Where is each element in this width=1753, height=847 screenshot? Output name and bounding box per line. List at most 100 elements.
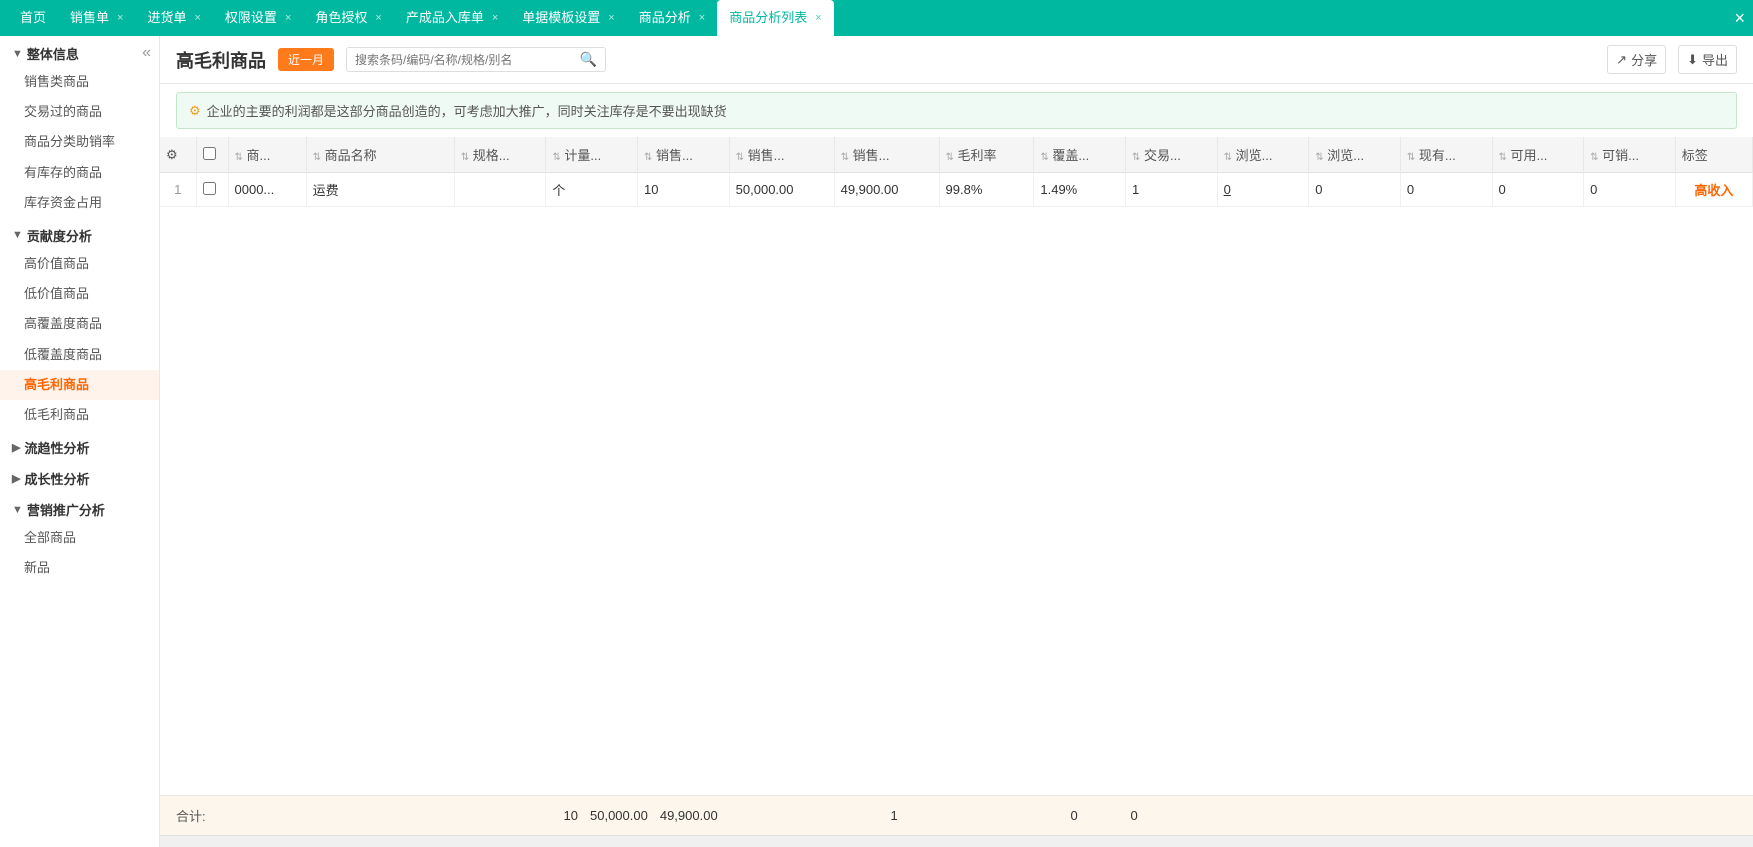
cell-available2: 0 (1492, 173, 1584, 207)
col-checkbox[interactable] (196, 137, 228, 173)
sidebar-collapse-btn[interactable]: « (142, 44, 151, 62)
row-checkbox[interactable] (196, 173, 228, 207)
nav-role[interactable]: 角色授权 × (303, 0, 393, 36)
nav-product-warehousing-close[interactable]: × (492, 0, 498, 36)
table-row: 1 0000... 运费 (160, 173, 1753, 207)
page-title: 高毛利商品 (176, 47, 266, 73)
arrow-trend: ▶ (12, 441, 20, 454)
sidebar-group-marketing[interactable]: ▼ 营销推广分析 (0, 492, 159, 523)
nav-close-all[interactable]: × (1734, 8, 1745, 29)
nav-sales-close[interactable]: × (117, 0, 123, 36)
nav-home[interactable]: 首页 (8, 0, 58, 36)
sort-icon-trade: ⇅ (1132, 152, 1140, 163)
arrow-contribution: ▼ (12, 229, 23, 241)
nav-permission-close[interactable]: × (285, 0, 291, 36)
sidebar-item-low-value[interactable]: 低价值商品 (0, 279, 159, 309)
footer-sales-qty: 10 (524, 808, 584, 823)
cell-browse1[interactable]: 0 (1217, 173, 1309, 207)
sort-icon-name: ⇅ (313, 152, 321, 163)
tip-bar: ⚙ 企业的主要的利润都是这部分商品创造的，可考虑加大推广，同时关注库存是不要出现… (176, 92, 1737, 129)
nav-product-warehousing[interactable]: 产成品入库单 × (394, 0, 510, 36)
nav-template-close[interactable]: × (608, 0, 614, 36)
col-sales-amount[interactable]: ⇅ 销售... (729, 137, 834, 173)
col-unit[interactable]: ⇅ 计量... (546, 137, 638, 173)
filter-btn-recent-month[interactable]: 近一月 (278, 48, 334, 71)
footer-sales-profit: 49,900.00 (654, 808, 724, 823)
nav-purchase-close[interactable]: × (194, 0, 200, 36)
nav-product-analysis[interactable]: 商品分析 × (627, 0, 717, 36)
sort-icon-sellable: ⇅ (1590, 152, 1598, 163)
sort-icon-browse2: ⇅ (1315, 152, 1323, 163)
sidebar: « ▼ 整体信息 销售类商品 交易过的商品 商品分类助销率 有库存的商品 库存资… (0, 36, 160, 847)
col-spec[interactable]: ⇅ 规格... (454, 137, 546, 173)
sidebar-group-growth[interactable]: ▶ 成长性分析 (0, 461, 159, 492)
col-sellable[interactable]: ⇅ 可销... (1584, 137, 1676, 173)
col-gross-margin[interactable]: ⇅ 毛利率 (939, 137, 1034, 173)
search-input[interactable] (355, 53, 574, 67)
col-name[interactable]: ⇅ 商品名称 (306, 137, 454, 173)
horizontal-scrollbar[interactable] (160, 835, 1753, 847)
content-area: 高毛利商品 近一月 🔍 ↗ 分享 ⬇ 导出 ⚙ 企业的主要的利润都是这部分商品创… (160, 36, 1753, 847)
cell-sales-profit: 49,900.00 (834, 173, 939, 207)
nav-permission[interactable]: 权限设置 × (213, 0, 303, 36)
cell-coverage: 1.49% (1034, 173, 1126, 207)
sidebar-item-stock-capital[interactable]: 库存资金占用 (0, 188, 159, 218)
col-browse2[interactable]: ⇅ 浏览... (1309, 137, 1401, 173)
sidebar-item-low-coverage[interactable]: 低覆盖度商品 (0, 340, 159, 370)
sidebar-group-trend[interactable]: ▶ 流趋性分析 (0, 430, 159, 461)
sidebar-item-category-rate[interactable]: 商品分类助销率 (0, 127, 159, 157)
nav-product-analysis-list[interactable]: 商品分析列表 × (717, 0, 833, 36)
nav-sales[interactable]: 销售单 × (58, 0, 135, 36)
sidebar-group-overview[interactable]: ▼ 整体信息 (0, 36, 159, 67)
sidebar-group-contribution[interactable]: ▼ 贡献度分析 (0, 218, 159, 249)
cell-available1: 0 (1400, 173, 1492, 207)
cell-sales-amount: 50,000.00 (729, 173, 834, 207)
sort-icon-available2: ⇅ (1499, 152, 1507, 163)
col-available2[interactable]: ⇅ 可用... (1492, 137, 1584, 173)
sort-icon-spec: ⇅ (461, 152, 469, 163)
col-sales-profit[interactable]: ⇅ 销售... (834, 137, 939, 173)
nav-role-close[interactable]: × (375, 0, 381, 36)
cell-trade: 1 (1126, 173, 1218, 207)
nav-purchase[interactable]: 进货单 × (135, 0, 212, 36)
arrow-overview: ▼ (12, 48, 23, 60)
col-trade[interactable]: ⇅ 交易... (1126, 137, 1218, 173)
nav-template-settings[interactable]: 单据模板设置 × (510, 0, 626, 36)
sidebar-item-high-value[interactable]: 高价值商品 (0, 249, 159, 279)
cell-gross-margin: 99.8% (939, 173, 1034, 207)
col-tag[interactable]: 标签 (1675, 137, 1752, 173)
footer-spacer2 (724, 808, 844, 823)
col-available1[interactable]: ⇅ 现有... (1400, 137, 1492, 173)
content-header: 高毛利商品 近一月 🔍 ↗ 分享 ⬇ 导出 (160, 36, 1753, 84)
cell-code: 0000... (228, 173, 306, 207)
footer-trade: 1 (844, 808, 904, 823)
search-icon[interactable]: 🔍 (580, 51, 597, 68)
table-wrapper[interactable]: ⚙ ⇅ 商... ⇅ 商品名称 (160, 137, 1753, 795)
cell-tag: 高收入 (1675, 173, 1752, 207)
nav-product-analysis-list-close[interactable]: × (815, 0, 821, 36)
row-select-checkbox[interactable] (203, 182, 216, 195)
sidebar-item-high-coverage[interactable]: 高覆盖度商品 (0, 309, 159, 339)
sidebar-item-low-margin[interactable]: 低毛利商品 (0, 400, 159, 430)
sidebar-item-sales-goods[interactable]: 销售类商品 (0, 67, 159, 97)
sidebar-item-high-margin[interactable]: 高毛利商品 (0, 370, 159, 400)
footer-cells: 10 50,000.00 49,900.00 1 0 0 (224, 808, 1737, 823)
export-btn[interactable]: ⬇ 导出 (1678, 45, 1737, 74)
col-coverage[interactable]: ⇅ 覆盖... (1034, 137, 1126, 173)
nav-product-analysis-close[interactable]: × (699, 0, 705, 36)
cell-spec (454, 173, 546, 207)
col-browse1[interactable]: ⇅ 浏览... (1217, 137, 1309, 173)
col-settings[interactable]: ⚙ (160, 137, 196, 173)
sort-icon-sales-amount: ⇅ (736, 152, 744, 163)
sidebar-item-stocked-goods[interactable]: 有库存的商品 (0, 158, 159, 188)
data-table: ⚙ ⇅ 商... ⇅ 商品名称 (160, 137, 1753, 207)
sidebar-item-new-goods[interactable]: 新品 (0, 553, 159, 583)
col-sales-qty[interactable]: ⇅ 销售... (638, 137, 730, 173)
select-all-checkbox[interactable] (203, 147, 216, 160)
share-btn[interactable]: ↗ 分享 (1607, 45, 1666, 74)
col-code[interactable]: ⇅ 商... (228, 137, 306, 173)
search-box[interactable]: 🔍 (346, 47, 606, 72)
sort-icon-sales-profit: ⇅ (841, 152, 849, 163)
sidebar-item-traded-goods[interactable]: 交易过的商品 (0, 97, 159, 127)
sidebar-item-all-goods[interactable]: 全部商品 (0, 523, 159, 553)
